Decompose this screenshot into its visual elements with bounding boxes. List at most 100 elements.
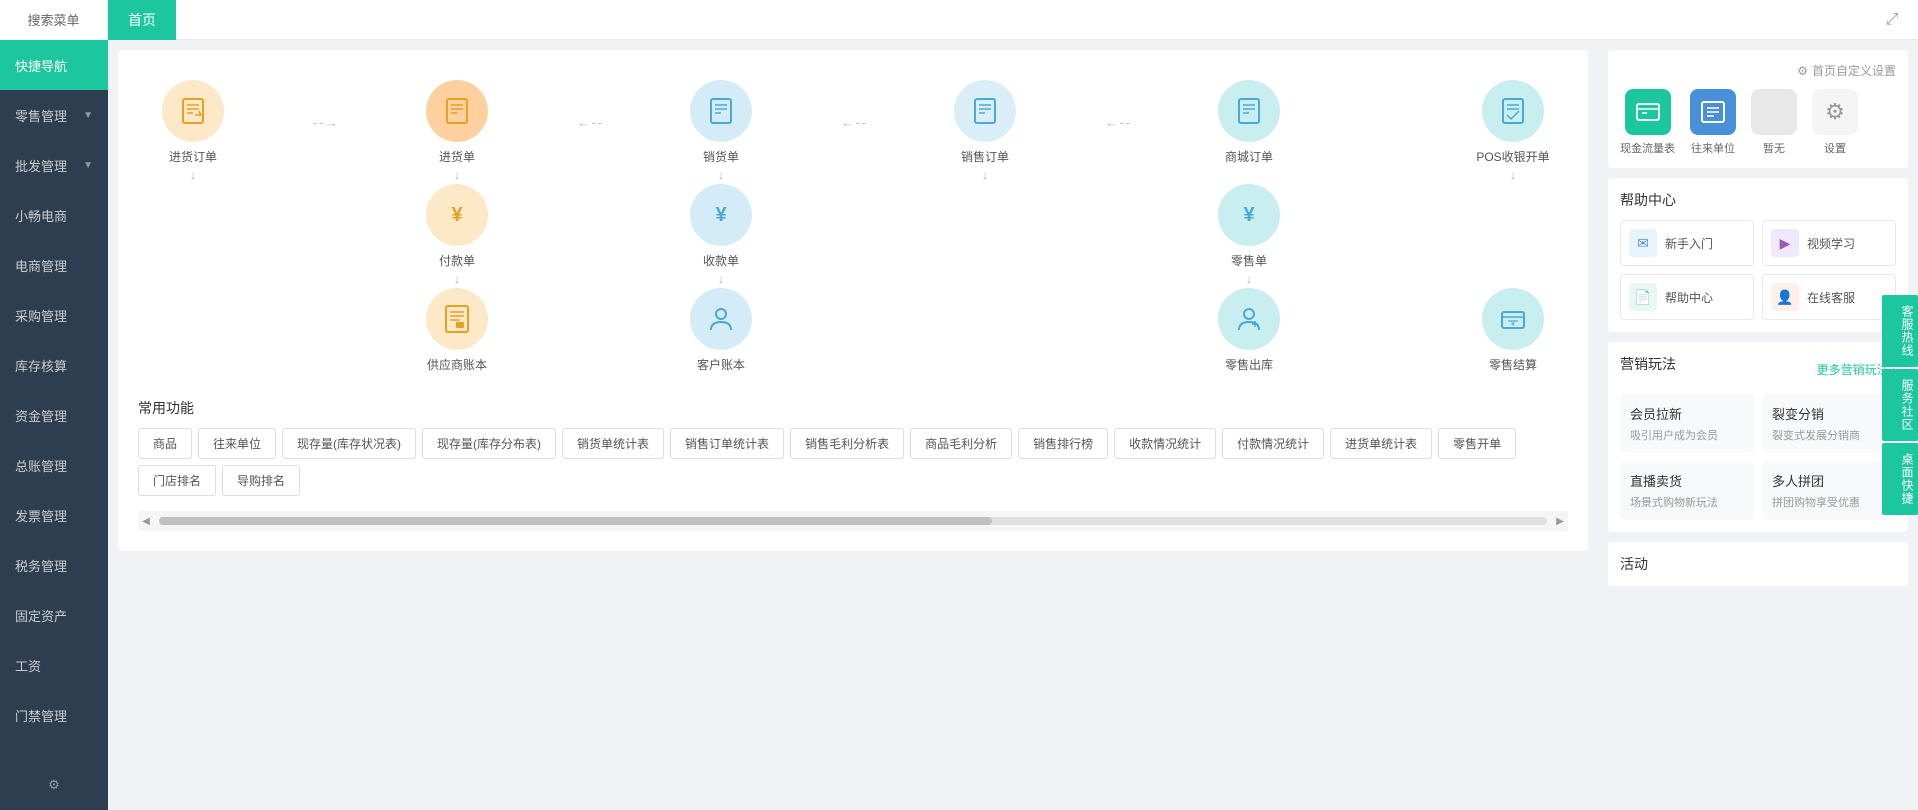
sales-order-label: 销售订单 <box>961 148 1009 165</box>
func-btn-stock-dist[interactable]: 现存量(库存分布表) <box>422 428 556 459</box>
func-btn-receipt-stat[interactable]: 收款情况统计 <box>1114 428 1216 459</box>
flow-node-purchase[interactable]: 进货单 <box>402 80 512 165</box>
func-btn-product-profit[interactable]: 商品毛利分析 <box>910 428 1012 459</box>
purchase-label: 进货单 <box>439 148 475 165</box>
retail-settle-icon: ¥ <box>1482 288 1544 350</box>
sidebar-item-label: 工资 <box>15 656 41 675</box>
scrollbar[interactable]: ◀ ▶ <box>138 511 1568 531</box>
quick-icon-contacts[interactable]: 往来单位 <box>1690 89 1736 156</box>
contacts-icon <box>1690 89 1736 135</box>
sidebar-item-finance[interactable]: 资金管理 <box>0 390 108 440</box>
beginner-label: 新手入门 <box>1665 235 1713 252</box>
purchase-order-icon <box>162 80 224 142</box>
func-btn-sales-rank[interactable]: 销售排行榜 <box>1018 428 1108 459</box>
quick-icon-empty[interactable]: 暂无 <box>1751 89 1797 156</box>
group-sub: 拼团购物享受优惠 <box>1772 494 1886 510</box>
func-btn-purchase-stat[interactable]: 进货单统计表 <box>1330 428 1432 459</box>
flow-node-purchase-order[interactable]: 进货订单 <box>138 80 248 165</box>
supplier-icon <box>426 288 488 350</box>
help-item-video[interactable]: ▶ 视频学习 <box>1762 220 1896 266</box>
video-label: 视频学习 <box>1807 235 1855 252</box>
flow-node-pos[interactable]: POS收银开单 <box>1458 80 1568 165</box>
float-btn-community[interactable]: 服务社区 <box>1882 369 1918 441</box>
flow-node-sales[interactable]: 销货单 <box>666 80 776 165</box>
func-btn-product[interactable]: 商品 <box>138 428 192 459</box>
sidebar-item-assets[interactable]: 固定资产 <box>0 590 108 640</box>
func-btn-retail-order[interactable]: 零售开单 <box>1438 428 1516 459</box>
help-item-beginner[interactable]: ✉ 新手入门 <box>1620 220 1754 266</box>
sidebar-item-inventory[interactable]: 库存核算 <box>0 340 108 390</box>
help-center-title: 帮助中心 <box>1620 190 1896 210</box>
payment-label: 付款单 <box>439 252 475 269</box>
customer-icon <box>690 288 752 350</box>
svg-text:¥: ¥ <box>1511 321 1515 328</box>
flow-node-receipt[interactable]: ¥ 收款单 <box>666 184 776 269</box>
sidebar-item-tax[interactable]: 税务管理 <box>0 540 108 590</box>
marketing-item-group[interactable]: 多人拼团 拼团购物享受优惠 <box>1762 461 1896 520</box>
quick-icon-cashflow[interactable]: 现金流量表 <box>1620 89 1675 156</box>
arrow-down-3: ↓ <box>666 167 776 182</box>
receipt-icon: ¥ <box>690 184 752 246</box>
sidebar-item-ecommerce[interactable]: 电商管理 <box>0 240 108 290</box>
group-title: 多人拼团 <box>1772 471 1886 490</box>
search-menu-button[interactable]: 搜索菜单 <box>0 0 108 40</box>
flow-node-customer[interactable]: 客户账本 <box>666 288 776 373</box>
sidebar-item-label: 门禁管理 <box>15 706 67 725</box>
help-label: 帮助中心 <box>1665 289 1713 306</box>
func-btn-payment-stat[interactable]: 付款情况统计 <box>1222 428 1324 459</box>
sidebar-item-quicknav[interactable]: 快捷导航 <box>0 40 108 90</box>
func-btn-store-rank[interactable]: 门店排名 <box>138 465 216 496</box>
sidebar-item-ledger[interactable]: 总账管理 <box>0 440 108 490</box>
flow-node-mall-order[interactable]: 商城订单 <box>1194 80 1304 165</box>
func-btn-guide-rank[interactable]: 导购排名 <box>222 465 300 496</box>
sidebar-item-salary[interactable]: 工资 <box>0 640 108 690</box>
scroll-right-arrow[interactable]: ▶ <box>1552 513 1568 529</box>
sidebar-item-invoice[interactable]: 发票管理 <box>0 490 108 540</box>
quick-icon-settings[interactable]: ⚙ 设置 <box>1812 89 1858 156</box>
purchase-icon <box>426 80 488 142</box>
settings-button[interactable]: ⚙ <box>0 760 108 810</box>
help-icon: 📄 <box>1629 283 1657 311</box>
pos-label: POS收银开单 <box>1476 148 1549 165</box>
func-btn-stock-status[interactable]: 现存量(库存状况表) <box>282 428 416 459</box>
sidebar-item-access[interactable]: 门禁管理 <box>0 690 108 740</box>
fission-sub: 裂变式发展分销商 <box>1772 427 1886 443</box>
marketing-item-member[interactable]: 会员拉新 吸引用户成为会员 <box>1620 394 1754 453</box>
func-btn-sales-profit[interactable]: 销售毛利分析表 <box>790 428 904 459</box>
sales-order-icon <box>954 80 1016 142</box>
activities-card: 活动 <box>1608 542 1908 586</box>
scroll-left-arrow[interactable]: ◀ <box>138 513 154 529</box>
sidebar-item-retail[interactable]: 零售管理 ▼ <box>0 90 108 140</box>
sidebar-item-wholesale[interactable]: 批发管理 ▼ <box>0 140 108 190</box>
help-item-service[interactable]: 👤 在线客服 <box>1762 274 1896 320</box>
func-btn-sales-stat[interactable]: 销货单统计表 <box>562 428 664 459</box>
sidebar-item-purchase[interactable]: 采购管理 <box>0 290 108 340</box>
help-item-help[interactable]: 📄 帮助中心 <box>1620 274 1754 320</box>
sales-label: 销货单 <box>703 148 739 165</box>
flow-node-supplier[interactable]: 供应商账本 <box>402 288 512 373</box>
contacts-label: 往来单位 <box>1691 140 1735 156</box>
service-icon: 👤 <box>1771 283 1799 311</box>
customize-label: 首页自定义设置 <box>1812 62 1896 79</box>
flow-node-payment[interactable]: ¥ 付款单 <box>402 184 512 269</box>
beginner-icon: ✉ <box>1629 229 1657 257</box>
float-btn-service[interactable]: 客服热线 <box>1882 295 1918 367</box>
flow-arrows-down-1: ↓ ↓ ↓ ↓ ↓ <box>138 167 1568 182</box>
flow-node-sales-order[interactable]: 销售订单 <box>930 80 1040 165</box>
flow-node-retail-out[interactable]: 零售出库 <box>1194 288 1304 373</box>
sidebar-item-ecommerce-small[interactable]: 小畅电商 <box>0 190 108 240</box>
customize-button[interactable]: ⚙ 首页自定义设置 <box>1797 62 1896 79</box>
member-sub: 吸引用户成为会员 <box>1630 427 1744 443</box>
marketing-item-live[interactable]: 直播卖货 场景式购物新玩法 <box>1620 461 1754 520</box>
marketing-item-fission[interactable]: 裂变分销 裂变式发展分销商 <box>1762 394 1896 453</box>
chevron-down-icon: ▼ <box>83 110 93 121</box>
func-btn-sales-order-stat[interactable]: 销售订单统计表 <box>670 428 784 459</box>
flow-card: 进货订单 - - → 进货单 ← - - <box>118 50 1588 551</box>
flow-node-retail-settle[interactable]: ¥ 零售结算 <box>1458 288 1568 373</box>
arrow-down-2: ↓ <box>402 167 512 182</box>
float-btn-desktop[interactable]: 桌面快捷 <box>1882 443 1918 515</box>
func-btn-contacts[interactable]: 往来单位 <box>198 428 276 459</box>
flow-node-retail[interactable]: ¥ 零售单 <box>1194 184 1304 269</box>
fullscreen-button[interactable]: ⤢ <box>1876 4 1908 36</box>
tab-home[interactable]: 首页 <box>108 0 176 40</box>
